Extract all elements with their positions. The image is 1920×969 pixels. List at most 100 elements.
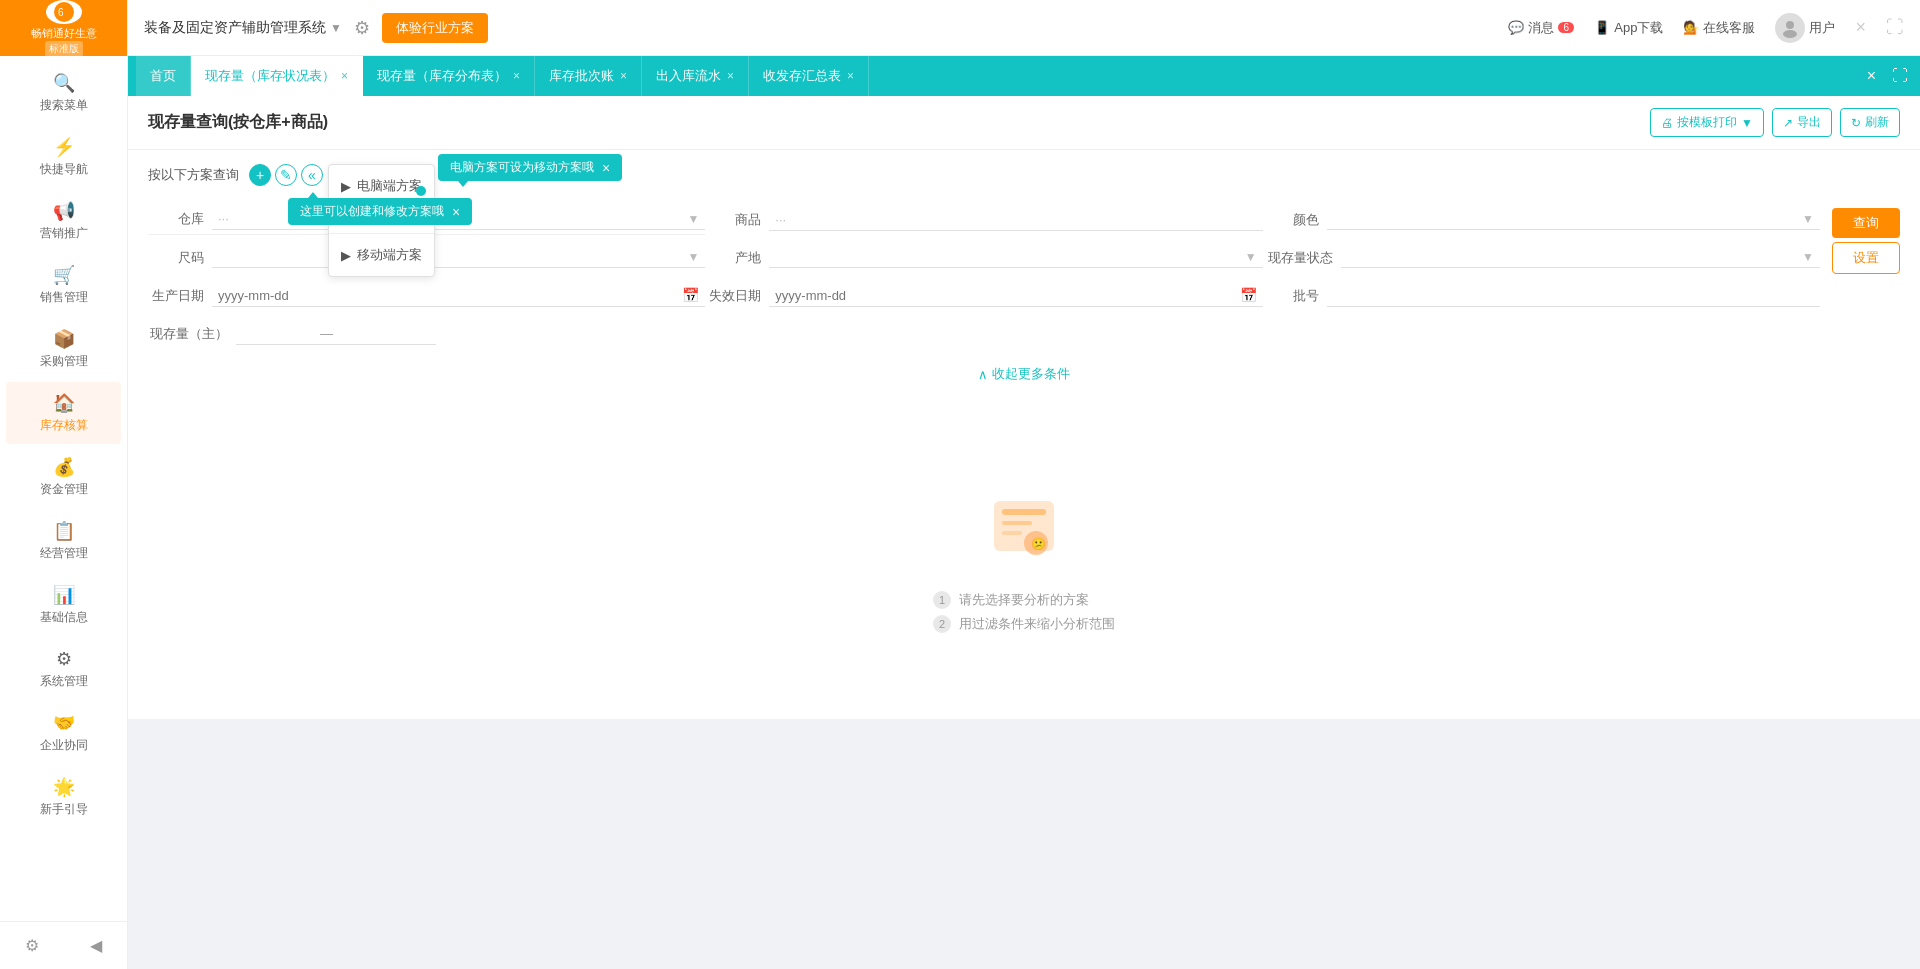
svg-point-2 <box>1786 21 1794 29</box>
stock-main-control[interactable]: — <box>236 323 436 345</box>
add-scheme-btn[interactable]: + <box>249 164 271 186</box>
inventory-icon: 🏠 <box>53 392 75 414</box>
sidebar-item-guide[interactable]: 🌟 新手引导 <box>6 766 121 828</box>
batch-no-input[interactable] <box>1333 288 1814 303</box>
tab-inout-flow-close[interactable]: × <box>727 69 734 83</box>
tab-inventory-dist-label: 现存量（库存分布表） <box>377 67 507 85</box>
search-btn[interactable]: 查询 <box>1832 208 1900 238</box>
system-title-text: 装备及固定资产辅助管理系统 <box>144 19 326 37</box>
goods-control[interactable]: ··· <box>769 209 1262 231</box>
sidebar-item-sales[interactable]: 🛒 销售管理 <box>6 254 121 316</box>
system-title-select[interactable]: 装备及固定资产辅助管理系统 ▼ <box>144 19 342 37</box>
template-print-btn[interactable]: 🖨 按模板打印 ▼ <box>1650 108 1764 137</box>
tab-collect-summary-label: 收发存汇总表 <box>763 67 841 85</box>
tab-inventory-status-close[interactable]: × <box>341 69 348 83</box>
svg-point-0 <box>54 2 74 22</box>
warehouse-label: 仓库 <box>148 210 204 228</box>
sidebar-item-search[interactable]: 🔍 搜索菜单 <box>6 62 121 124</box>
origin-control[interactable]: ▼ <box>769 247 1262 268</box>
sidebar-item-marketing[interactable]: 📢 营销推广 <box>6 190 121 252</box>
create-tooltip-close[interactable]: × <box>452 204 460 220</box>
operation-icon: 📋 <box>53 520 75 542</box>
sidebar-item-purchase[interactable]: 📦 采购管理 <box>6 318 121 380</box>
batch-no-control[interactable] <box>1327 285 1820 307</box>
topbar-close-icon[interactable]: × <box>1855 17 1866 38</box>
tab-inventory-dist-close[interactable]: × <box>513 69 520 83</box>
logo-text: 畅销通好生意 <box>31 26 97 41</box>
search-icon: 🔍 <box>53 72 75 94</box>
message-item[interactable]: 💬 消息 6 <box>1508 19 1574 37</box>
origin-field: 产地 ▼ <box>705 243 1262 272</box>
origin-chevron: ▼ <box>1245 250 1257 264</box>
tab-batch-ledger-close[interactable]: × <box>620 69 627 83</box>
sidebar-item-enterprise[interactable]: 🤝 企业协同 <box>6 702 121 764</box>
produce-date-input[interactable] <box>218 288 682 303</box>
size-control[interactable]: ▼ <box>212 247 705 268</box>
tab-fullscreen-btn[interactable]: ⛶ <box>1888 63 1912 89</box>
page-title: 现存量查询(按仓库+商品) <box>148 112 328 133</box>
stock-status-control[interactable]: ▼ <box>1341 247 1820 268</box>
stock-main-start-input[interactable] <box>242 326 312 341</box>
step-1-text: 请先选择要分析的方案 <box>959 591 1089 609</box>
color-control[interactable]: ▼ <box>1327 209 1820 230</box>
empty-illustration: 😕 <box>974 471 1074 571</box>
export-icon: ↗ <box>1783 116 1793 130</box>
tab-inventory-status[interactable]: 现存量（库存状况表） × <box>191 56 363 96</box>
expire-date-control[interactable]: 📅 <box>769 284 1262 307</box>
support-item[interactable]: 💁 在线客服 <box>1683 19 1755 37</box>
refresh-btn[interactable]: ↻ 刷新 <box>1840 108 1900 137</box>
color-field: 颜色 ▼ <box>1263 204 1820 235</box>
back-scheme-btn[interactable]: « <box>301 164 323 186</box>
scheme-desktop-header[interactable]: ▶ 电脑端方案 <box>341 173 422 199</box>
tabbar: 首页 现存量（库存状况表） × 现存量（库存分布表） × 库存批次账 × 出入库… <box>128 56 1920 96</box>
tab-home[interactable]: 首页 <box>136 56 191 96</box>
empty-steps-list: 1 请先选择要分析的方案 2 用过滤条件来缩小分析范围 <box>933 591 1115 639</box>
stock-status-field: 现存量状态 ▼ <box>1263 243 1820 272</box>
support-icon: 💁 <box>1683 20 1699 35</box>
produce-date-control[interactable]: 📅 <box>212 284 705 307</box>
stock-range-sep: — <box>320 326 333 341</box>
tab-collect-summary-close[interactable]: × <box>847 69 854 83</box>
collapse-sidebar-icon[interactable]: ◀ <box>82 932 110 959</box>
tab-inventory-dist[interactable]: 现存量（库存分布表） × <box>363 56 535 96</box>
tab-batch-ledger[interactable]: 库存批次账 × <box>535 56 642 96</box>
tab-collect-summary[interactable]: 收发存汇总表 × <box>749 56 869 96</box>
color-chevron: ▼ <box>1802 212 1814 226</box>
filter-action-btns: 查询 设置 <box>1832 204 1900 274</box>
sidebar-item-inventory[interactable]: 🏠 库存核算 <box>6 382 121 444</box>
stock-main-end-input[interactable] <box>341 326 411 341</box>
sidebar-logo: 6 畅销通好生意 标准版 <box>0 0 127 56</box>
topbar-settings-icon[interactable]: ⚙ <box>354 17 370 39</box>
sidebar-bottom: ⚙ ◀ <box>0 921 127 969</box>
scheme-tooltip-close[interactable]: × <box>602 160 610 176</box>
scheme-desktop-label: 电脑端方案 <box>357 177 422 195</box>
sidebar-item-operation[interactable]: 📋 经营管理 <box>6 510 121 572</box>
message-icon: 💬 <box>1508 20 1524 35</box>
message-label: 消息 <box>1528 19 1554 37</box>
sidebar-item-system[interactable]: ⚙ 系统管理 <box>6 638 121 700</box>
tab-inout-flow[interactable]: 出入库流水 × <box>642 56 749 96</box>
sidebar: 6 畅销通好生意 标准版 🔍 搜索菜单 ⚡ 快捷导航 📢 营销推广 🛒 销售管理… <box>0 0 128 969</box>
scheme-mobile-header[interactable]: ▶ 移动端方案 <box>341 242 422 268</box>
batch-no-field: 批号 <box>1263 280 1820 311</box>
sidebar-item-basic[interactable]: 📊 基础信息 <box>6 574 121 636</box>
app-download-item[interactable]: 📱 App下载 <box>1594 19 1663 37</box>
set-btn[interactable]: 设置 <box>1832 242 1900 274</box>
edit-scheme-btn[interactable]: ✎ <box>275 164 297 186</box>
expire-date-input[interactable] <box>775 288 1239 303</box>
filter-buttons: + ✎ « <box>249 164 323 186</box>
topbar-fullscreen-icon[interactable]: ⛶ <box>1886 17 1904 38</box>
sidebar-item-finance[interactable]: 💰 资金管理 <box>6 446 121 508</box>
refresh-icon: ↻ <box>1851 116 1861 130</box>
tab-close-all-btn[interactable]: × <box>1863 63 1880 89</box>
collapse-row[interactable]: ∧ 收起更多条件 <box>148 357 1900 391</box>
settings-bottom-icon[interactable]: ⚙ <box>17 932 47 959</box>
template-print-chevron: ▼ <box>1741 116 1753 130</box>
user-item[interactable]: 用户 <box>1775 13 1835 43</box>
logo-icon: 6 <box>46 0 82 24</box>
produce-date-field: 生产日期 📅 <box>148 280 705 311</box>
warehouse-chevron: ▼ <box>687 212 699 226</box>
industry-btn[interactable]: 体验行业方案 <box>382 13 488 43</box>
export-btn[interactable]: ↗ 导出 <box>1772 108 1832 137</box>
sidebar-item-quick[interactable]: ⚡ 快捷导航 <box>6 126 121 188</box>
